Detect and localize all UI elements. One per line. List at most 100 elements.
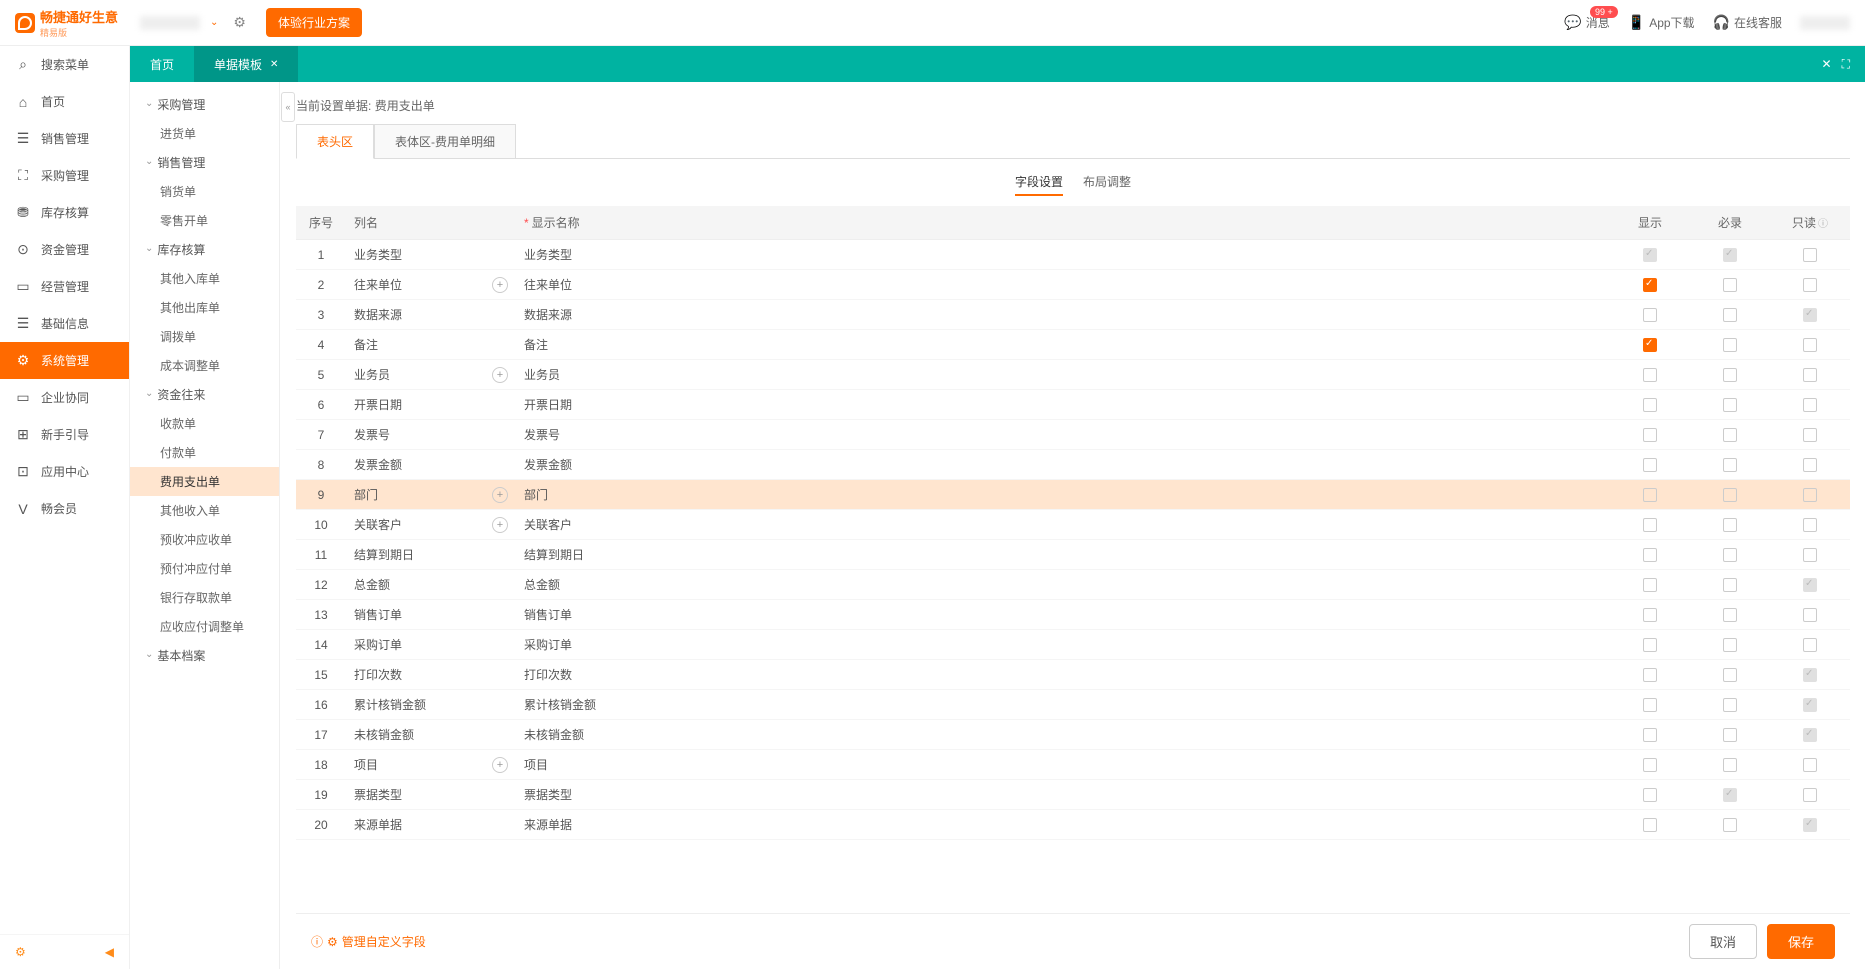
show-checkbox[interactable] [1643, 308, 1657, 322]
sidebar-item[interactable]: 销货单 [130, 177, 279, 206]
required-checkbox[interactable] [1723, 698, 1737, 712]
table-row[interactable]: 9 部门+ 部门 [296, 480, 1850, 510]
table-row[interactable]: 20 来源单据 来源单据 [296, 810, 1850, 840]
show-checkbox[interactable] [1643, 758, 1657, 772]
show-checkbox[interactable] [1643, 428, 1657, 442]
required-checkbox[interactable] [1723, 368, 1737, 382]
sidebar-item[interactable]: 应收应付调整单 [130, 612, 279, 641]
readonly-checkbox[interactable] [1803, 368, 1817, 382]
table-row[interactable]: 2 往来单位+ 往来单位 [296, 270, 1850, 300]
required-checkbox[interactable] [1723, 728, 1737, 742]
table-row[interactable]: 17 未核销金额 未核销金额 [296, 720, 1850, 750]
sidebar-item[interactable]: 进货单 [130, 119, 279, 148]
messages-link[interactable]: 💬 消息 99 + [1564, 14, 1609, 31]
nav-item[interactable]: ⌂首页 [0, 83, 129, 120]
table-row[interactable]: 3 数据来源 数据来源 [296, 300, 1850, 330]
cell-display[interactable]: 发票金额 [516, 450, 1610, 480]
readonly-checkbox[interactable] [1803, 248, 1817, 262]
show-checkbox[interactable] [1643, 668, 1657, 682]
user-menu[interactable] [1800, 16, 1850, 30]
readonly-checkbox[interactable] [1803, 428, 1817, 442]
table-row[interactable]: 4 备注 备注 [296, 330, 1850, 360]
nav-item[interactable]: ⊞新手引导 [0, 416, 129, 453]
required-checkbox[interactable] [1723, 818, 1737, 832]
show-checkbox[interactable] [1643, 518, 1657, 532]
table-row[interactable]: 1 业务类型 业务类型 [296, 240, 1850, 270]
cell-display[interactable]: 项目 [516, 750, 1610, 780]
table-row[interactable]: 12 总金额 总金额 [296, 570, 1850, 600]
collapse-sidebar-button[interactable]: « [281, 92, 295, 122]
sidebar-group-title[interactable]: 采购管理 [130, 90, 279, 119]
cell-display[interactable]: 备注 [516, 330, 1610, 360]
nav-item[interactable]: ⊙资金管理 [0, 231, 129, 268]
show-checkbox[interactable] [1643, 728, 1657, 742]
cell-display[interactable]: 累计核销金额 [516, 690, 1610, 720]
show-checkbox[interactable] [1643, 818, 1657, 832]
cell-display[interactable]: 往来单位 [516, 270, 1610, 300]
required-checkbox[interactable] [1723, 548, 1737, 562]
cell-display[interactable]: 票据类型 [516, 780, 1610, 810]
sidebar-item[interactable]: 成本调整单 [130, 351, 279, 380]
tab[interactable]: 单据模板✕ [194, 46, 298, 82]
gear-icon[interactable]: ⚙ [233, 14, 246, 31]
view-tab[interactable]: 布局调整 [1083, 169, 1131, 196]
plus-icon[interactable]: + [492, 517, 508, 533]
table-row[interactable]: 5 业务员+ 业务员 [296, 360, 1850, 390]
sidebar-item[interactable]: 银行存取款单 [130, 583, 279, 612]
sidebar-item[interactable]: 收款单 [130, 409, 279, 438]
show-checkbox[interactable] [1643, 548, 1657, 562]
required-checkbox[interactable] [1723, 458, 1737, 472]
required-checkbox[interactable] [1723, 278, 1737, 292]
cell-display[interactable]: 业务类型 [516, 240, 1610, 270]
readonly-checkbox[interactable] [1803, 278, 1817, 292]
company-selector[interactable]: ⌄ [140, 16, 218, 30]
plus-icon[interactable]: + [492, 277, 508, 293]
cell-display[interactable]: 业务员 [516, 360, 1610, 390]
cell-display[interactable]: 数据来源 [516, 300, 1610, 330]
sidebar-item[interactable]: 其他收入单 [130, 496, 279, 525]
nav-item[interactable]: ▭经营管理 [0, 268, 129, 305]
required-checkbox[interactable] [1723, 668, 1737, 682]
sidebar-item[interactable]: 费用支出单 [130, 467, 279, 496]
cell-display[interactable]: 销售订单 [516, 600, 1610, 630]
table-row[interactable]: 7 发票号 发票号 [296, 420, 1850, 450]
required-checkbox[interactable] [1723, 338, 1737, 352]
cell-display[interactable]: 采购订单 [516, 630, 1610, 660]
required-checkbox[interactable] [1723, 758, 1737, 772]
config-tab[interactable]: 表头区 [296, 124, 374, 159]
cancel-button[interactable]: 取消 [1689, 924, 1757, 959]
readonly-checkbox[interactable] [1803, 458, 1817, 472]
readonly-checkbox[interactable] [1803, 788, 1817, 802]
table-row[interactable]: 10 关联客户+ 关联客户 [296, 510, 1850, 540]
required-checkbox[interactable] [1723, 398, 1737, 412]
readonly-checkbox[interactable] [1803, 758, 1817, 772]
table-row[interactable]: 13 销售订单 销售订单 [296, 600, 1850, 630]
nav-item[interactable]: ▭企业协同 [0, 379, 129, 416]
readonly-checkbox[interactable] [1803, 548, 1817, 562]
required-checkbox[interactable] [1723, 308, 1737, 322]
nav-item[interactable]: ☰基础信息 [0, 305, 129, 342]
sidebar-group-title[interactable]: 资金往来 [130, 380, 279, 409]
show-checkbox[interactable] [1643, 698, 1657, 712]
table-row[interactable]: 19 票据类型 票据类型 [296, 780, 1850, 810]
fullscreen-icon[interactable]: ⛶ [1842, 57, 1850, 72]
cell-display[interactable]: 部门 [516, 480, 1610, 510]
settings-icon[interactable]: ⚙ [15, 945, 26, 959]
cell-display[interactable]: 来源单据 [516, 810, 1610, 840]
table-row[interactable]: 16 累计核销金额 累计核销金额 [296, 690, 1850, 720]
manage-custom-fields-link[interactable]: ⓘ ⚙ 管理自定义字段 [311, 933, 426, 950]
table-row[interactable]: 14 采购订单 采购订单 [296, 630, 1850, 660]
sidebar-item[interactable]: 其他出库单 [130, 293, 279, 322]
nav-item[interactable]: ☰销售管理 [0, 120, 129, 157]
sidebar-item[interactable]: 预收冲应收单 [130, 525, 279, 554]
show-checkbox[interactable] [1643, 278, 1657, 292]
required-checkbox[interactable] [1723, 518, 1737, 532]
nav-item[interactable]: V畅会员 [0, 490, 129, 527]
sidebar-item[interactable]: 付款单 [130, 438, 279, 467]
nav-item[interactable]: ⌕搜索菜单 [0, 46, 129, 83]
readonly-checkbox[interactable] [1803, 398, 1817, 412]
plus-icon[interactable]: + [492, 757, 508, 773]
cell-display[interactable]: 发票号 [516, 420, 1610, 450]
plus-icon[interactable]: + [492, 487, 508, 503]
plus-icon[interactable]: + [492, 367, 508, 383]
